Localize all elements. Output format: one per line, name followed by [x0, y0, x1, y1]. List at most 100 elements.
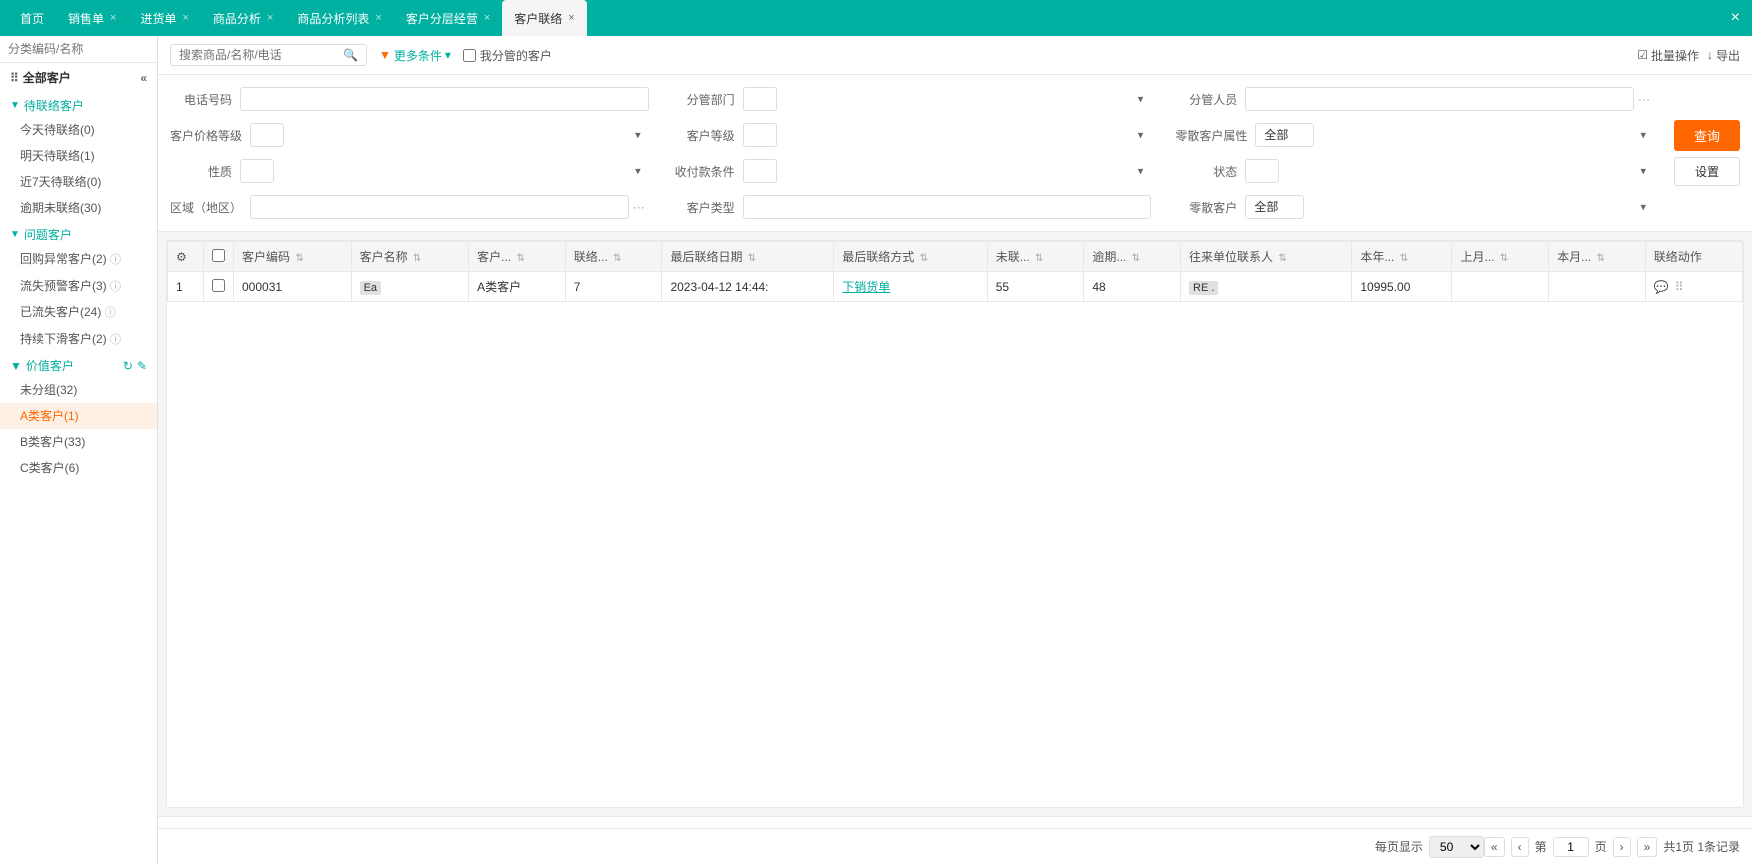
nav-tab-sales[interactable]: 销售单 ×: [56, 0, 128, 36]
sort-icon-code: ⇅: [295, 253, 303, 264]
window-close-button[interactable]: ×: [1727, 5, 1744, 31]
filter-region-dots[interactable]: ···: [629, 200, 649, 214]
page-size-select[interactable]: 50 100 200: [1429, 836, 1484, 858]
sidebar-all-customers[interactable]: ⠿ 全部客户 «: [0, 63, 157, 92]
filter-scatter-attr-select[interactable]: 全部: [1255, 123, 1314, 147]
export-button[interactable]: ↓ 导出: [1707, 47, 1740, 64]
table-cell-code: 000031: [234, 272, 352, 302]
filter-customer-level-select[interactable]: [743, 123, 777, 147]
edit-icon[interactable]: ✎: [137, 359, 147, 373]
table-header-checkbox[interactable]: [204, 242, 234, 272]
nav-tab-customer-segment-close[interactable]: ×: [484, 12, 490, 24]
nav-tab-product-analysis-close[interactable]: ×: [267, 12, 273, 24]
query-button[interactable]: 查询: [1674, 120, 1740, 151]
table-header-last-contact-date[interactable]: 最后联络日期 ⇅: [662, 242, 834, 272]
table-header-settings[interactable]: ⚙: [168, 242, 204, 272]
chat-icon[interactable]: 💬: [1654, 280, 1669, 294]
filter-btn-group: 查询 设置: [1654, 83, 1740, 223]
filter-payment-select[interactable]: [743, 159, 777, 183]
sidebar-group-pending[interactable]: ▼ 待联络客户: [0, 92, 157, 117]
filter-price-level-select[interactable]: [250, 123, 284, 147]
sidebar-item-today-pending[interactable]: 今天待联络(0): [0, 117, 157, 143]
horizontal-scrollbar[interactable]: [158, 816, 1752, 828]
sidebar-item-7days-pending[interactable]: 近7天待联络(0): [0, 169, 157, 195]
sort-icon-overdue: ⇅: [1132, 253, 1140, 264]
data-table: ⚙ 客户编码 ⇅ 客户名称 ⇅ 客户... ⇅ 联络... ⇅ 最后联络日期 ⇅…: [167, 241, 1743, 302]
more-icon[interactable]: ⠿: [1675, 280, 1684, 294]
arrow-down-icon2: ▼: [10, 229, 20, 240]
search-button[interactable]: 🔍: [343, 48, 358, 62]
sidebar-group-value[interactable]: ▼ 价值客户 ↻ ✎: [0, 352, 157, 377]
sidebar-item-b-class[interactable]: B类客户(33): [0, 429, 157, 455]
grid-icon: ⠿: [10, 71, 19, 85]
table-header-type[interactable]: 客户... ⇅: [469, 242, 566, 272]
search-bar-right: ☑ 批量操作 ↓ 导出: [1637, 47, 1740, 64]
my-customers-checkbox[interactable]: 我分管的客户: [463, 47, 552, 64]
filter-scatter-select[interactable]: 全部: [1245, 195, 1304, 219]
filter-person-input[interactable]: [1245, 87, 1634, 111]
sidebar-item-tomorrow-pending[interactable]: 明天待联络(1): [0, 143, 157, 169]
my-customers-check[interactable]: [463, 49, 476, 62]
sidebar: 🔍 ⠿ 全部客户 « ▼ 待联络客户 今天待联络(0) 明天待联络(1) 近7天…: [0, 36, 158, 864]
sidebar-item-repurchase-abnormal[interactable]: 回购异常客户(2) ⓘ: [0, 246, 157, 273]
table-header-contact-count[interactable]: 联络... ⇅: [565, 242, 662, 272]
sidebar-group-problem[interactable]: ▼ 问题客户: [0, 221, 157, 246]
first-page-btn[interactable]: «: [1484, 837, 1505, 857]
nav-tab-customer-contact[interactable]: 客户联络 ×: [502, 0, 586, 36]
select-all-checkbox[interactable]: [212, 249, 225, 262]
sort-icon-this-month: ⇅: [1596, 253, 1604, 264]
table-cell-checkbox[interactable]: [204, 272, 234, 302]
last-way-link[interactable]: 下销货单: [842, 280, 890, 294]
nav-tab-purchase[interactable]: 进货单 ×: [128, 0, 200, 36]
table-cell-contact-count: 7: [565, 272, 662, 302]
nav-tab-customer-segment[interactable]: 客户分层经营 ×: [394, 0, 502, 36]
batch-op-button[interactable]: ☑ 批量操作: [1637, 47, 1699, 64]
row-checkbox[interactable]: [212, 279, 225, 292]
refresh-icon[interactable]: ↻: [123, 359, 133, 373]
nav-tab-sales-close[interactable]: ×: [110, 12, 116, 24]
nav-tab-product-analysis[interactable]: 商品分析 ×: [201, 0, 285, 36]
table-header-name[interactable]: 客户名称 ⇅: [351, 242, 469, 272]
table-header-overdue[interactable]: 逾期... ⇅: [1084, 242, 1181, 272]
filter-phone-input[interactable]: [240, 87, 649, 111]
table-header-last-month[interactable]: 上月... ⇅: [1452, 242, 1549, 272]
filter-customer-type-input[interactable]: [743, 195, 1152, 219]
filter-person-dots[interactable]: ···: [1634, 92, 1654, 106]
sidebar-item-churned[interactable]: 已流失客户(24) ⓘ: [0, 299, 157, 326]
search-input[interactable]: [179, 48, 339, 62]
sidebar-item-declining[interactable]: 持续下滑客户(2) ⓘ: [0, 326, 157, 353]
page-input[interactable]: [1553, 837, 1589, 857]
nav-tab-product-list[interactable]: 商品分析列表 ×: [285, 0, 393, 36]
sidebar-collapse-icon[interactable]: «: [140, 71, 147, 85]
filter-dept: 分管部门: [673, 87, 1152, 111]
table-header-not-contacted[interactable]: 未联... ⇅: [987, 242, 1084, 272]
sidebar-item-churn-warning[interactable]: 流失预警客户(3) ⓘ: [0, 273, 157, 300]
table-header-this-year[interactable]: 本年... ⇅: [1352, 242, 1452, 272]
prev-page-btn[interactable]: ‹: [1511, 837, 1529, 857]
nav-tab-product-list-close[interactable]: ×: [375, 12, 381, 24]
sort-icon-last-way: ⇅: [920, 253, 928, 264]
sidebar-search-input[interactable]: [8, 42, 158, 56]
table-header-last-contact-way[interactable]: 最后联络方式 ⇅: [834, 242, 987, 272]
filter-dept-select[interactable]: [743, 87, 777, 111]
table-header-contact-person[interactable]: 往来单位联系人 ⇅: [1181, 242, 1352, 272]
sidebar-item-ungrouped[interactable]: 未分组(32): [0, 377, 157, 403]
table-header-code[interactable]: 客户编码 ⇅: [234, 242, 352, 272]
filter-row-3: 性质 收付款条件 状态: [170, 155, 1654, 187]
last-page-btn[interactable]: »: [1637, 837, 1658, 857]
filter-nature-select[interactable]: [240, 159, 274, 183]
nav-tab-customer-contact-close[interactable]: ×: [568, 12, 574, 24]
filter-nature: 性质: [170, 159, 649, 183]
setting-button[interactable]: 设置: [1674, 157, 1740, 186]
nav-tab-purchase-close[interactable]: ×: [182, 12, 188, 24]
filter-region-input[interactable]: [250, 195, 629, 219]
filter-payment: 收付款条件: [673, 159, 1152, 183]
next-page-btn[interactable]: ›: [1613, 837, 1631, 857]
sidebar-item-a-class[interactable]: A类客户(1): [0, 403, 157, 429]
sidebar-item-overdue-contact[interactable]: 逾期未联络(30): [0, 195, 157, 221]
more-filter-button[interactable]: ▼ 更多条件 ▾: [379, 47, 451, 64]
table-header-this-month[interactable]: 本月... ⇅: [1549, 242, 1646, 272]
nav-tab-home[interactable]: 首页: [8, 0, 56, 36]
sidebar-item-c-class[interactable]: C类客户(6): [0, 455, 157, 481]
filter-status-select[interactable]: [1245, 159, 1279, 183]
